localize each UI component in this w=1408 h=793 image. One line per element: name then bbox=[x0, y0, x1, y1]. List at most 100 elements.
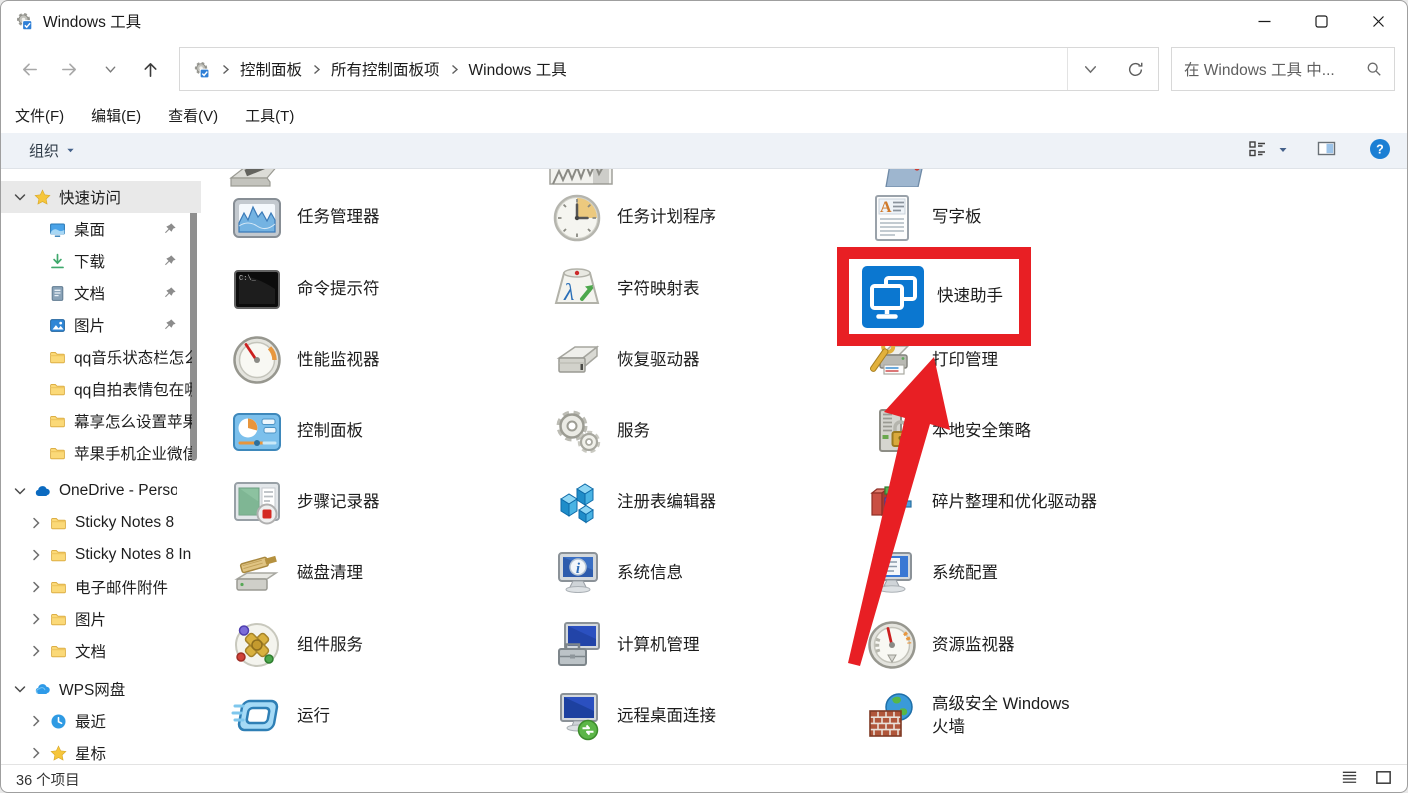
chevron-down-icon[interactable] bbox=[12, 483, 28, 499]
folder-icon bbox=[49, 413, 66, 430]
refresh-button[interactable] bbox=[1113, 48, 1158, 90]
tool-item-task-scheduler[interactable]: 任务计划程序 bbox=[551, 192, 716, 244]
control-panel-icon bbox=[231, 406, 283, 458]
menu-item[interactable]: 编辑(E) bbox=[91, 105, 141, 126]
sidebar-item-email-attachments[interactable]: 电子邮件附件 bbox=[1, 571, 201, 603]
view-dropdown-arrow[interactable] bbox=[1278, 142, 1288, 159]
sidebar-item-documents[interactable]: 文档 bbox=[1, 277, 201, 309]
tool-item-label: 磁盘清理 bbox=[297, 562, 363, 585]
sidebar-item-recent[interactable]: 最近 bbox=[1, 705, 201, 737]
tool-item-component-services[interactable]: 组件服务 bbox=[231, 619, 363, 671]
forward-button[interactable] bbox=[53, 52, 87, 86]
large-icons-view-button[interactable] bbox=[1374, 768, 1393, 791]
sidebar-item-downloads[interactable]: 下载 bbox=[1, 245, 201, 277]
tool-item-disk-cleanup[interactable]: 磁盘清理 bbox=[231, 548, 363, 600]
up-button[interactable] bbox=[134, 52, 168, 86]
sidebar-item-label: 桌面 bbox=[74, 218, 105, 240]
tool-item-registry-editor[interactable]: 注册表编辑器 bbox=[551, 477, 716, 529]
tool-item-label: 组件服务 bbox=[297, 634, 363, 657]
chevron-right-icon[interactable] bbox=[28, 515, 44, 531]
chevron-right-icon[interactable] bbox=[28, 745, 44, 761]
tool-item-system-information[interactable]: i系统信息 bbox=[551, 548, 683, 600]
organize-button[interactable]: 组织 bbox=[29, 140, 75, 161]
sidebar-section-quick-access[interactable]: 快速访问 bbox=[1, 181, 201, 213]
breadcrumb-segment[interactable]: 控制面板 bbox=[240, 58, 302, 80]
chevron-right-icon[interactable] bbox=[28, 547, 44, 563]
help-button[interactable]: ? bbox=[1369, 138, 1391, 164]
sidebar-item-folder-apple-wechat[interactable]: 苹果手机企业微信 bbox=[1, 437, 201, 469]
tool-item-label: 命令提示符 bbox=[297, 278, 380, 301]
menu-item[interactable]: 文件(F) bbox=[15, 105, 64, 126]
tool-item-character-map[interactable]: λ字符映射表 bbox=[551, 263, 700, 315]
back-button[interactable] bbox=[12, 52, 46, 86]
sidebar-item-folder-muxiang[interactable]: 幕享怎么设置苹果 bbox=[1, 405, 201, 437]
window-title: Windows 工具 bbox=[43, 10, 141, 32]
breadcrumb-separator-icon bbox=[311, 64, 322, 75]
menu-item[interactable]: 查看(V) bbox=[168, 105, 218, 126]
change-view-button[interactable] bbox=[1247, 138, 1268, 163]
chevron-right-icon[interactable] bbox=[28, 713, 44, 729]
maximize-button[interactable] bbox=[1293, 1, 1350, 41]
chevron-down-icon[interactable] bbox=[12, 681, 28, 697]
sidebar-item-od-pictures[interactable]: 图片 bbox=[1, 603, 201, 635]
tool-item-wordpad[interactable]: A写字板 bbox=[866, 192, 982, 244]
item-count: 36 个项目 bbox=[16, 769, 80, 790]
tool-item-label: 远程桌面连接 bbox=[617, 705, 716, 728]
sidebar-section-onedrive[interactable]: OneDrive - Personal bbox=[1, 475, 201, 507]
address-dropdown-chevron[interactable] bbox=[1068, 48, 1113, 90]
folder-icon bbox=[50, 643, 67, 660]
sidebar-item-sticky-notes-8[interactable]: Sticky Notes 8 bbox=[1, 507, 201, 539]
recent-locations-chevron[interactable] bbox=[93, 52, 127, 86]
disk-cleanup-icon bbox=[231, 548, 283, 600]
sidebar-section-wps-cloud[interactable]: WPS网盘 bbox=[1, 673, 201, 705]
tool-item-quick-assist[interactable]: 快速助手 bbox=[861, 265, 1003, 329]
tool-item-system-configuration[interactable]: 系统配置 bbox=[866, 548, 998, 600]
tool-item-steps-recorder[interactable]: 步骤记录器 bbox=[231, 477, 380, 529]
folder-icon bbox=[50, 515, 67, 532]
sidebar-item-label: qq自拍表情包在哪 bbox=[74, 378, 192, 400]
chevron-right-icon[interactable] bbox=[28, 611, 44, 627]
tool-item-performance-monitor[interactable]: 性能监视器 bbox=[231, 334, 380, 386]
sidebar-item-pictures[interactable]: 图片 bbox=[1, 309, 201, 341]
tool-item-remote-desktop[interactable]: 远程桌面连接 bbox=[551, 690, 716, 742]
tool-item-label: 本地安全策略 bbox=[932, 420, 1031, 443]
tool-item-task-manager[interactable]: 任务管理器 bbox=[231, 192, 380, 244]
clock-icon bbox=[50, 713, 67, 730]
preview-pane-button[interactable] bbox=[1316, 138, 1337, 163]
chevron-right-icon[interactable] bbox=[28, 643, 44, 659]
download-icon bbox=[49, 253, 66, 270]
sidebar-item-od-documents[interactable]: 文档 bbox=[1, 635, 201, 667]
tool-item-control-panel[interactable]: 控制面板 bbox=[231, 406, 363, 458]
details-view-button[interactable] bbox=[1340, 768, 1359, 791]
tool-item-resource-monitor[interactable]: 资源监视器 bbox=[866, 619, 1015, 671]
tool-item-print-management[interactable]: 打印管理 bbox=[866, 334, 998, 386]
menu-item[interactable]: 工具(T) bbox=[245, 105, 294, 126]
tool-item-windows-firewall[interactable]: 高级安全 Windows 火墙 bbox=[866, 690, 1090, 742]
tool-item-label: 系统信息 bbox=[617, 562, 683, 585]
breadcrumb-segment[interactable]: 所有控制面板项 bbox=[331, 58, 440, 80]
tool-item-computer-management[interactable]: 计算机管理 bbox=[551, 619, 700, 671]
breadcrumb-separator-icon bbox=[449, 64, 460, 75]
tool-item-command-prompt[interactable]: C:\_命令提示符 bbox=[231, 263, 380, 315]
address-bar[interactable]: 控制面板 所有控制面板项 Windows 工具 bbox=[179, 47, 1159, 91]
sidebar-item-sticky-notes-8-in[interactable]: Sticky Notes 8 In bbox=[1, 539, 201, 571]
tool-item-label: 注册表编辑器 bbox=[617, 491, 716, 514]
tool-item-label: 控制面板 bbox=[297, 420, 363, 443]
tool-item-recovery-drive[interactable]: 恢复驱动器 bbox=[551, 334, 700, 386]
search-input[interactable]: 在 Windows 工具 中... bbox=[1171, 47, 1395, 91]
wps-cloud-icon bbox=[34, 681, 51, 698]
tool-item-run[interactable]: 运行 bbox=[231, 690, 330, 742]
tool-item-defrag-optimize-drives[interactable]: 碎片整理和优化驱动器 bbox=[866, 477, 1097, 529]
sidebar-item-desktop[interactable]: 桌面 bbox=[1, 213, 201, 245]
breadcrumb-segment[interactable]: Windows 工具 bbox=[469, 58, 567, 80]
minimize-button[interactable] bbox=[1236, 1, 1293, 41]
chevron-down-icon[interactable] bbox=[12, 189, 28, 205]
sidebar-item-label: 下载 bbox=[74, 250, 105, 272]
tool-item-services[interactable]: 服务 bbox=[551, 406, 650, 458]
sidebar-item-starred[interactable]: 星标 bbox=[1, 737, 201, 764]
sidebar-item-folder-qq-music[interactable]: qq音乐状态栏怎么 bbox=[1, 341, 201, 373]
sidebar-item-folder-qq-selfie[interactable]: qq自拍表情包在哪 bbox=[1, 373, 201, 405]
chevron-right-icon[interactable] bbox=[28, 579, 44, 595]
tool-item-local-security-policy[interactable]: 本地安全策略 bbox=[866, 406, 1031, 458]
close-button[interactable] bbox=[1350, 1, 1407, 41]
